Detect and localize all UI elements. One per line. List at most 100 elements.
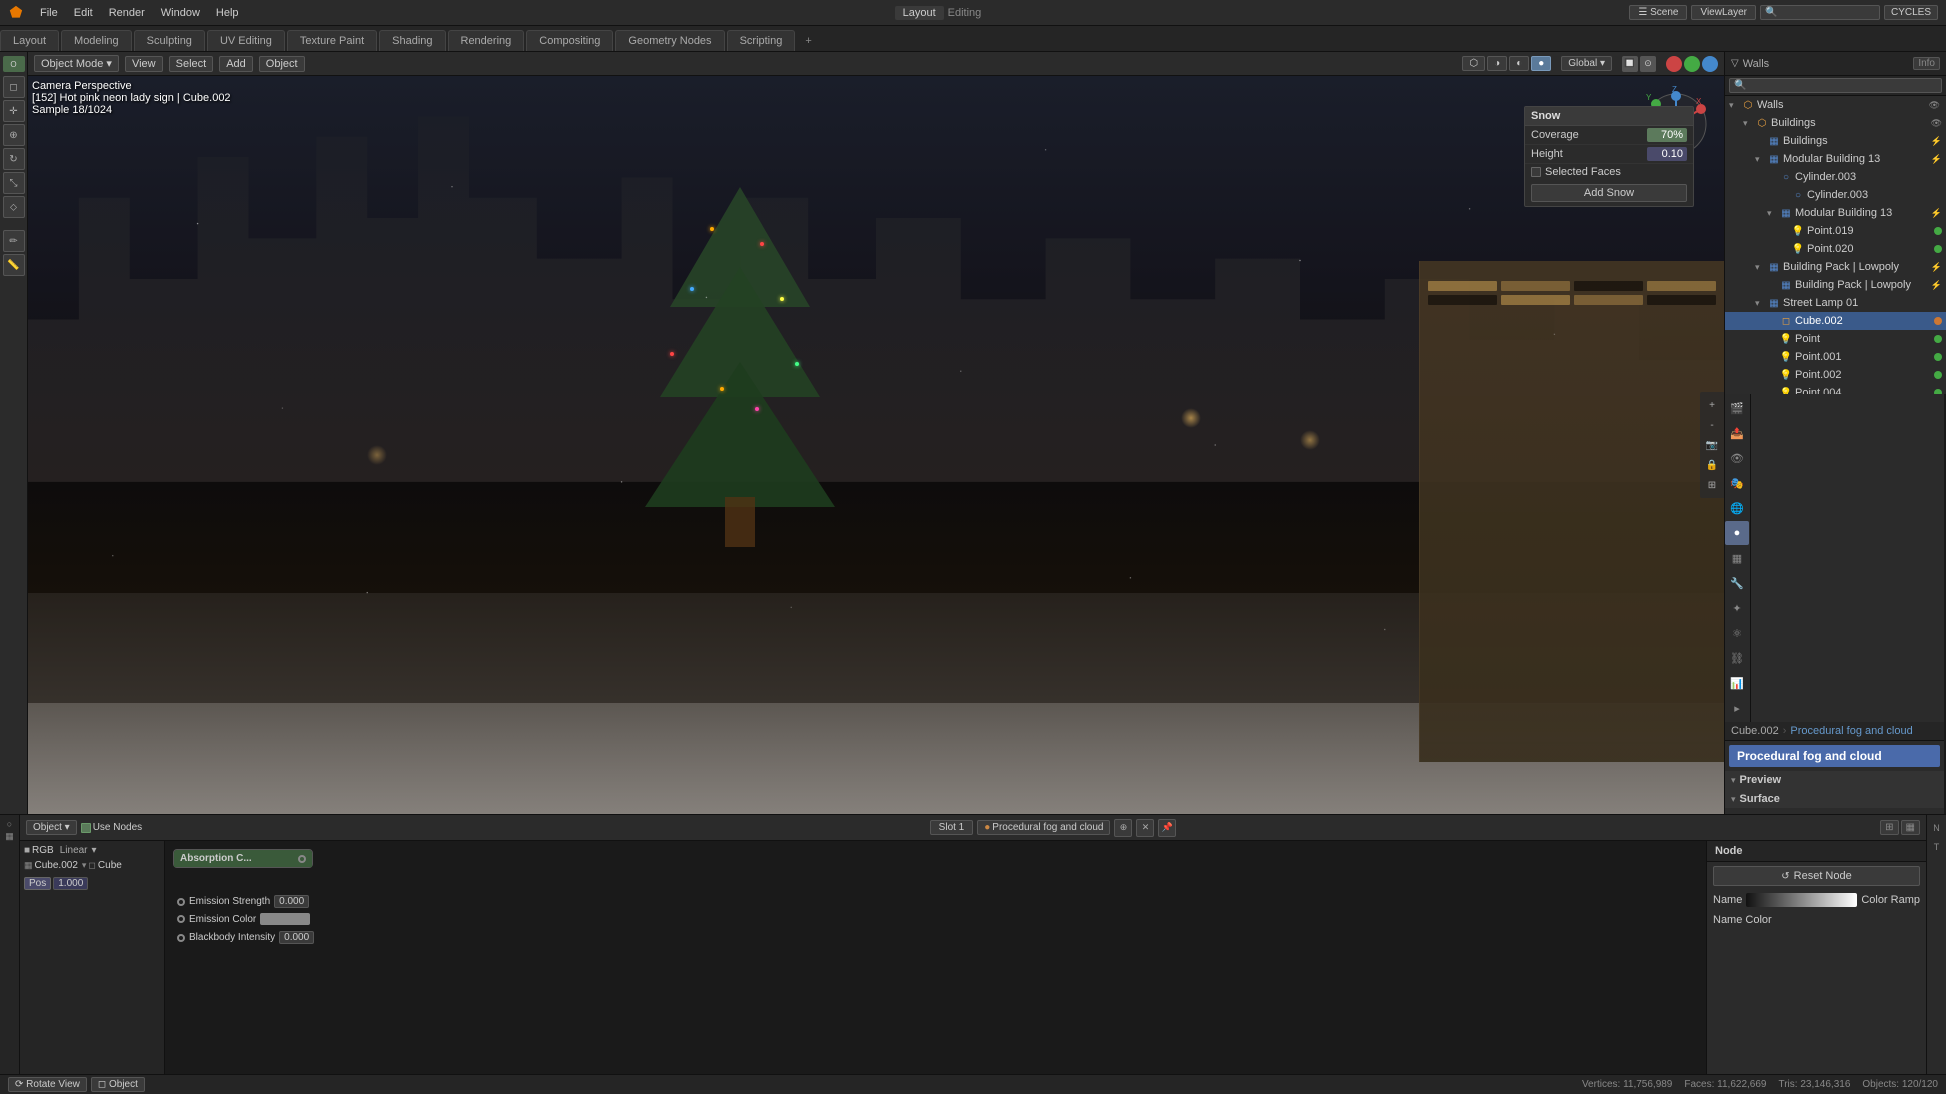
- outliner-item-point004[interactable]: 💡 Point.004: [1725, 384, 1946, 394]
- node-header-icon-pin[interactable]: 📌: [1158, 819, 1176, 837]
- node-left-icon-2[interactable]: ▦: [5, 831, 14, 842]
- node-view-icon-2[interactable]: ▦: [1901, 820, 1920, 835]
- node-type-dropdown[interactable]: Object ▾: [26, 820, 77, 835]
- props-tab-object-data[interactable]: ▸: [1725, 696, 1749, 720]
- blackbody-value[interactable]: 0.000: [279, 931, 314, 944]
- ws-tab-uv[interactable]: UV Editing: [207, 30, 285, 51]
- ws-tab-geometry[interactable]: Geometry Nodes: [615, 30, 724, 51]
- menu-file[interactable]: File: [32, 0, 66, 25]
- select-tool[interactable]: ◻: [3, 76, 25, 98]
- pos-value[interactable]: 1.000: [53, 877, 88, 890]
- outliner-item-modular-13[interactable]: ▾ ▦ Modular Building 13 ⚡: [1725, 150, 1946, 168]
- global-search[interactable]: 🔍: [1760, 5, 1880, 20]
- viewport-shading-wire[interactable]: ⬡: [1462, 56, 1485, 71]
- emission-strength-value[interactable]: 0.000: [274, 895, 309, 908]
- cursor-tool[interactable]: ✛: [3, 100, 25, 122]
- node-left-icon-1[interactable]: ○: [7, 819, 12, 829]
- zoom-out-icon[interactable]: -: [1703, 416, 1721, 434]
- outliner-item-point001[interactable]: 💡 Point.001: [1725, 348, 1946, 366]
- snow-coverage-value[interactable]: 70%: [1647, 128, 1687, 142]
- outliner-item-cylinder-003b[interactable]: ▸ ○ Cylinder.003: [1725, 186, 1946, 204]
- add-snow-button[interactable]: Add Snow: [1531, 184, 1687, 202]
- viewport-shading-render[interactable]: ●: [1531, 56, 1551, 71]
- node-view-icon-1[interactable]: ⊞: [1880, 820, 1898, 835]
- ws-tab-sculpting[interactable]: Sculpting: [134, 30, 205, 51]
- menu-edit[interactable]: Edit: [66, 0, 101, 25]
- props-tab-physics[interactable]: ⚛: [1725, 621, 1749, 645]
- scene-selector[interactable]: ☰ Scene: [1629, 5, 1687, 20]
- outliner-item-point[interactable]: 💡 Point: [1725, 330, 1946, 348]
- props-tab-render[interactable]: 🎬: [1725, 396, 1749, 420]
- props-tab-data[interactable]: 📊: [1725, 671, 1749, 695]
- annotate-tool[interactable]: ✏: [3, 230, 25, 252]
- select-menu[interactable]: Select: [169, 56, 214, 72]
- snow-height-value[interactable]: 0.10: [1647, 147, 1687, 161]
- color-ramp-display[interactable]: [1746, 893, 1857, 907]
- viewport-shading-material[interactable]: ◐: [1509, 56, 1529, 71]
- camera-dot-red[interactable]: [1666, 56, 1682, 72]
- outliner-item-building-pack-2[interactable]: ▸ ▦ Building Pack | Lowpoly ⚡: [1725, 276, 1946, 294]
- ws-tab-rendering[interactable]: Rendering: [448, 30, 525, 51]
- props-tab-modifier[interactable]: 🔧: [1725, 571, 1749, 595]
- object-mode-dropdown[interactable]: Object Mode ▾: [34, 55, 119, 72]
- ws-tab-texture[interactable]: Texture Paint: [287, 30, 377, 51]
- use-nodes-checkbox[interactable]: [81, 823, 91, 833]
- node-header-icon-2[interactable]: ✕: [1136, 819, 1154, 837]
- viewport-area[interactable]: Camera Perspective [152] Hot pink neon l…: [28, 76, 1724, 814]
- render-engine[interactable]: CYCLES: [1884, 5, 1938, 20]
- outliner-item-building-pack[interactable]: ▾ ▦ Building Pack | Lowpoly ⚡: [1725, 258, 1946, 276]
- props-tab-scene[interactable]: 🎭: [1725, 471, 1749, 495]
- node-header-icon-1[interactable]: ⊕: [1114, 819, 1132, 837]
- ws-tab-compositing[interactable]: Compositing: [526, 30, 613, 51]
- use-nodes-toggle[interactable]: Use Nodes: [81, 822, 142, 833]
- preview-section-header[interactable]: ▾ Preview: [1725, 771, 1944, 789]
- object-menu[interactable]: Object: [259, 56, 305, 72]
- outliner-info-btn[interactable]: Info: [1913, 57, 1940, 70]
- ws-tab-layout[interactable]: Layout: [0, 30, 59, 51]
- object-view-btn[interactable]: ◻ Object: [91, 1077, 145, 1092]
- scale-tool[interactable]: ⤡: [3, 172, 25, 194]
- rotate-view-btn[interactable]: ⟳ Rotate View: [8, 1077, 87, 1092]
- view-menu[interactable]: View: [125, 56, 163, 72]
- slot-selector[interactable]: Slot 1: [930, 820, 974, 835]
- camera-dot-green[interactable]: [1684, 56, 1700, 72]
- ws-tab-add[interactable]: +: [797, 31, 819, 51]
- camera-dot-blue[interactable]: [1702, 56, 1718, 72]
- outliner-filter-icon[interactable]: ▽: [1731, 58, 1739, 69]
- local-view-icon[interactable]: ⊞: [1703, 476, 1721, 494]
- ws-tab-modeling[interactable]: Modeling: [61, 30, 132, 51]
- zoom-in-icon[interactable]: +: [1703, 396, 1721, 414]
- props-tab-particles[interactable]: ✦: [1725, 596, 1749, 620]
- viewlayer-selector[interactable]: ViewLayer: [1691, 5, 1756, 20]
- object-mode-btn[interactable]: O: [3, 56, 25, 72]
- props-tab-world[interactable]: 🌐: [1725, 496, 1749, 520]
- node-canvas[interactable]: Absorption C... Emission Strength 0.000 …: [165, 841, 1706, 1068]
- outliner-search-input[interactable]: 🔍: [1729, 78, 1942, 93]
- rotate-tool[interactable]: ↻: [3, 148, 25, 170]
- transform-tool[interactable]: ⬦: [3, 196, 25, 218]
- camera-view-icon[interactable]: 📷: [1703, 436, 1721, 454]
- outliner-item-buildings-obj[interactable]: ▸ ▦ Buildings ⚡: [1725, 132, 1946, 150]
- viewport-shading-solid[interactable]: ◑: [1487, 56, 1507, 71]
- bc-cube002[interactable]: Cube.002: [1731, 725, 1779, 737]
- surface-section-header[interactable]: ▾ Surface: [1725, 790, 1944, 808]
- outliner-item-buildings[interactable]: ▾ ⬡ Buildings 👁: [1725, 114, 1946, 132]
- outliner-item-point019[interactable]: ▸ 💡 Point.019: [1725, 222, 1946, 240]
- snap-toggle[interactable]: 🔲: [1622, 56, 1638, 72]
- emission-color-swatch[interactable]: [260, 913, 310, 925]
- menu-window[interactable]: Window: [153, 0, 208, 25]
- outliner-item-street-lamp[interactable]: ▾ ▦ Street Lamp 01: [1725, 294, 1946, 312]
- reset-node-button[interactable]: ↺ Reset Node: [1713, 866, 1920, 886]
- lock-camera-icon[interactable]: 🔒: [1703, 456, 1721, 474]
- outliner-item-modular-13b[interactable]: ▾ ▦ Modular Building 13 ⚡: [1725, 204, 1946, 222]
- ws-tab-scripting[interactable]: Scripting: [727, 30, 796, 51]
- add-menu[interactable]: Add: [219, 56, 253, 72]
- outliner-item-cylinder-003[interactable]: ▸ ○ Cylinder.003: [1725, 168, 1946, 186]
- menu-render[interactable]: Render: [101, 0, 153, 25]
- global-local[interactable]: Global ▾: [1561, 56, 1612, 71]
- move-tool[interactable]: ⊕: [3, 124, 25, 146]
- material-name-display[interactable]: ● Procedural fog and cloud: [977, 820, 1110, 835]
- node-strip-btn-2[interactable]: T: [1928, 838, 1946, 856]
- measure-tool[interactable]: 📏: [3, 254, 25, 276]
- ws-tab-shading[interactable]: Shading: [379, 30, 445, 51]
